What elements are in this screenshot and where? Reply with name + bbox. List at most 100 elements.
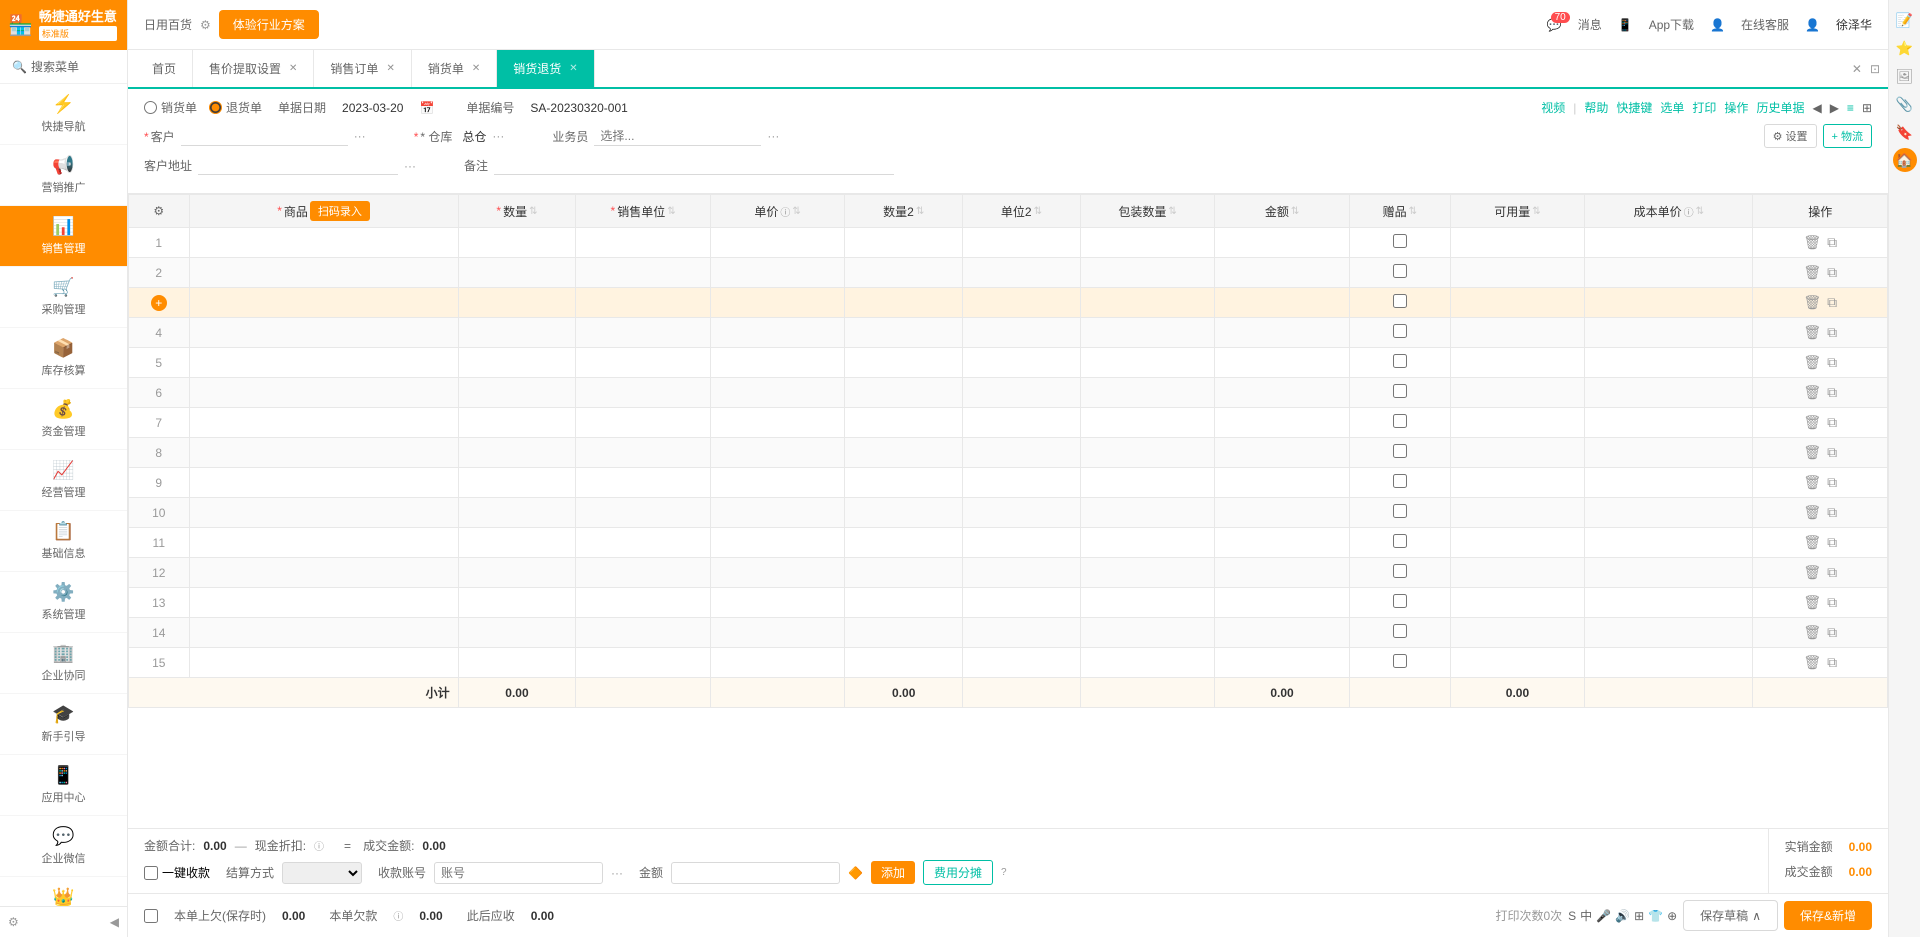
copy-icon-13[interactable]: ⧉ (1827, 594, 1837, 611)
available-cell-7[interactable] (1450, 408, 1585, 438)
gear-header-icon[interactable]: ⚙ (153, 204, 164, 218)
table-row[interactable]: + 🗑 ⧉ (129, 288, 1888, 318)
unit2-cell-1[interactable] (963, 228, 1081, 258)
unit2-cell-9[interactable] (963, 468, 1081, 498)
unit-price-cell-5[interactable] (710, 348, 845, 378)
cost-split-button[interactable]: 费用分摊 (923, 860, 993, 885)
grid-view-icon[interactable]: ⊞ (1862, 101, 1872, 115)
gift-checkbox-9[interactable] (1393, 474, 1407, 488)
gift-checkbox-14[interactable] (1393, 624, 1407, 638)
copy-icon-6[interactable]: ⧉ (1827, 384, 1837, 401)
qty-cell-8[interactable] (458, 438, 576, 468)
unit-price-cell-15[interactable] (710, 648, 845, 678)
amount-cell-10[interactable] (1215, 498, 1350, 528)
gift-checkbox-6[interactable] (1393, 384, 1407, 398)
copy-icon-9[interactable]: ⧉ (1827, 474, 1837, 491)
qty-cell-5[interactable] (458, 348, 576, 378)
pack-qty-cell-2[interactable] (1080, 258, 1215, 288)
cost-price-cell-8[interactable] (1585, 438, 1753, 468)
qty2-cell-5[interactable] (845, 348, 963, 378)
unit2-cell-3[interactable] (963, 288, 1081, 318)
settings-icon[interactable]: ⚙ (8, 915, 19, 929)
copy-icon-12[interactable]: ⧉ (1827, 564, 1837, 581)
delete-icon-8[interactable]: 🗑 (1803, 444, 1821, 461)
product-cell-6[interactable] (189, 378, 458, 408)
delete-icon-13[interactable]: 🗑 (1803, 594, 1821, 611)
available-cell-14[interactable] (1450, 618, 1585, 648)
sale-unit-cell-6[interactable] (576, 378, 711, 408)
available-cell-2[interactable] (1450, 258, 1585, 288)
sale-unit-cell-15[interactable] (576, 648, 711, 678)
unit2-cell-12[interactable] (963, 558, 1081, 588)
gift-cell-1[interactable] (1349, 228, 1450, 258)
pack-qty-cell-7[interactable] (1080, 408, 1215, 438)
sale-unit-cell-3[interactable] (576, 288, 711, 318)
copy-icon-2[interactable]: ⧉ (1827, 264, 1837, 281)
amount-cell-9[interactable] (1215, 468, 1350, 498)
available-cell-15[interactable] (1450, 648, 1585, 678)
amount-cell-11[interactable] (1215, 528, 1350, 558)
unit-price-cell-2[interactable] (710, 258, 845, 288)
tab-home[interactable]: 首页 (136, 50, 193, 87)
qty-cell-13[interactable] (458, 588, 576, 618)
one-click-label[interactable]: 一键收款 (144, 864, 210, 881)
sidebar-item-guide[interactable]: 🎓新手引导 (0, 694, 127, 755)
app-download-label[interactable]: App下载 (1649, 16, 1694, 33)
sale-unit-cell-11[interactable] (576, 528, 711, 558)
warehouse-select-icon[interactable]: ··· (492, 129, 504, 143)
video-link[interactable]: 视频 (1541, 99, 1565, 116)
tab-sales_order[interactable]: 销售订单✕ (314, 50, 411, 87)
sidebar-item-marketing[interactable]: 📢营销推广 (0, 145, 127, 206)
available-cell-8[interactable] (1450, 438, 1585, 468)
available-cell-9[interactable] (1450, 468, 1585, 498)
copy-icon-14[interactable]: ⧉ (1827, 624, 1837, 641)
pack-qty-cell-12[interactable] (1080, 558, 1215, 588)
product-cell-13[interactable] (189, 588, 458, 618)
gift-cell-15[interactable] (1349, 648, 1450, 678)
unit2-cell-2[interactable] (963, 258, 1081, 288)
radio-return[interactable]: 退货单 (209, 99, 262, 116)
table-row[interactable]: 10 🗑 ⧉ (129, 498, 1888, 528)
unit-price-cell-13[interactable] (710, 588, 845, 618)
qty-cell-4[interactable] (458, 318, 576, 348)
staff-select-icon[interactable]: ··· (767, 129, 779, 143)
sale-unit-cell-5[interactable] (576, 348, 711, 378)
amount-cell-7[interactable] (1215, 408, 1350, 438)
delete-icon-14[interactable]: 🗑 (1803, 624, 1821, 641)
staff-input[interactable] (594, 127, 761, 146)
gift-cell-14[interactable] (1349, 618, 1450, 648)
trial-button[interactable]: 体验行业方案 (219, 10, 319, 39)
pack-qty-cell-8[interactable] (1080, 438, 1215, 468)
sidebar-item-inventory[interactable]: 📦库存核算 (0, 328, 127, 389)
account-input[interactable] (434, 862, 603, 884)
sidebar-item-finance[interactable]: 💰资金管理 (0, 389, 127, 450)
gift-checkbox-5[interactable] (1393, 354, 1407, 368)
pack-qty-cell-9[interactable] (1080, 468, 1215, 498)
customer-select-icon[interactable]: ··· (354, 129, 366, 143)
save-draft-button[interactable]: 保存草稿 ∧ (1683, 900, 1778, 931)
unit2-cell-4[interactable] (963, 318, 1081, 348)
table-row[interactable]: 12 🗑 ⧉ (129, 558, 1888, 588)
product-cell-11[interactable] (189, 528, 458, 558)
pack-qty-cell-15[interactable] (1080, 648, 1215, 678)
table-row[interactable]: 11 🗑 ⧉ (129, 528, 1888, 558)
sale-unit-cell-2[interactable] (576, 258, 711, 288)
product-input-3[interactable] (194, 296, 454, 310)
add-payment-button[interactable]: 添加 (871, 861, 915, 884)
unit-price-cell-6[interactable] (710, 378, 845, 408)
add-logistics-button[interactable]: + 物流 (1823, 124, 1872, 148)
radio-sales-input[interactable] (144, 101, 157, 114)
unit2-cell-10[interactable] (963, 498, 1081, 528)
amount-cell-12[interactable] (1215, 558, 1350, 588)
copy-icon-5[interactable]: ⧉ (1827, 354, 1837, 371)
product-cell-12[interactable] (189, 558, 458, 588)
close-tab-icon[interactable]: ✕ (1852, 62, 1862, 76)
right-panel-icon-1[interactable]: 📝 (1893, 8, 1917, 32)
gift-checkbox-3[interactable] (1393, 294, 1407, 308)
pack-qty-cell-4[interactable] (1080, 318, 1215, 348)
gift-checkbox-1[interactable] (1393, 234, 1407, 248)
product-cell-8[interactable] (189, 438, 458, 468)
collapse-icon[interactable]: ◀ (110, 915, 119, 929)
amount-cell-14[interactable] (1215, 618, 1350, 648)
cost-price-cell-15[interactable] (1585, 648, 1753, 678)
